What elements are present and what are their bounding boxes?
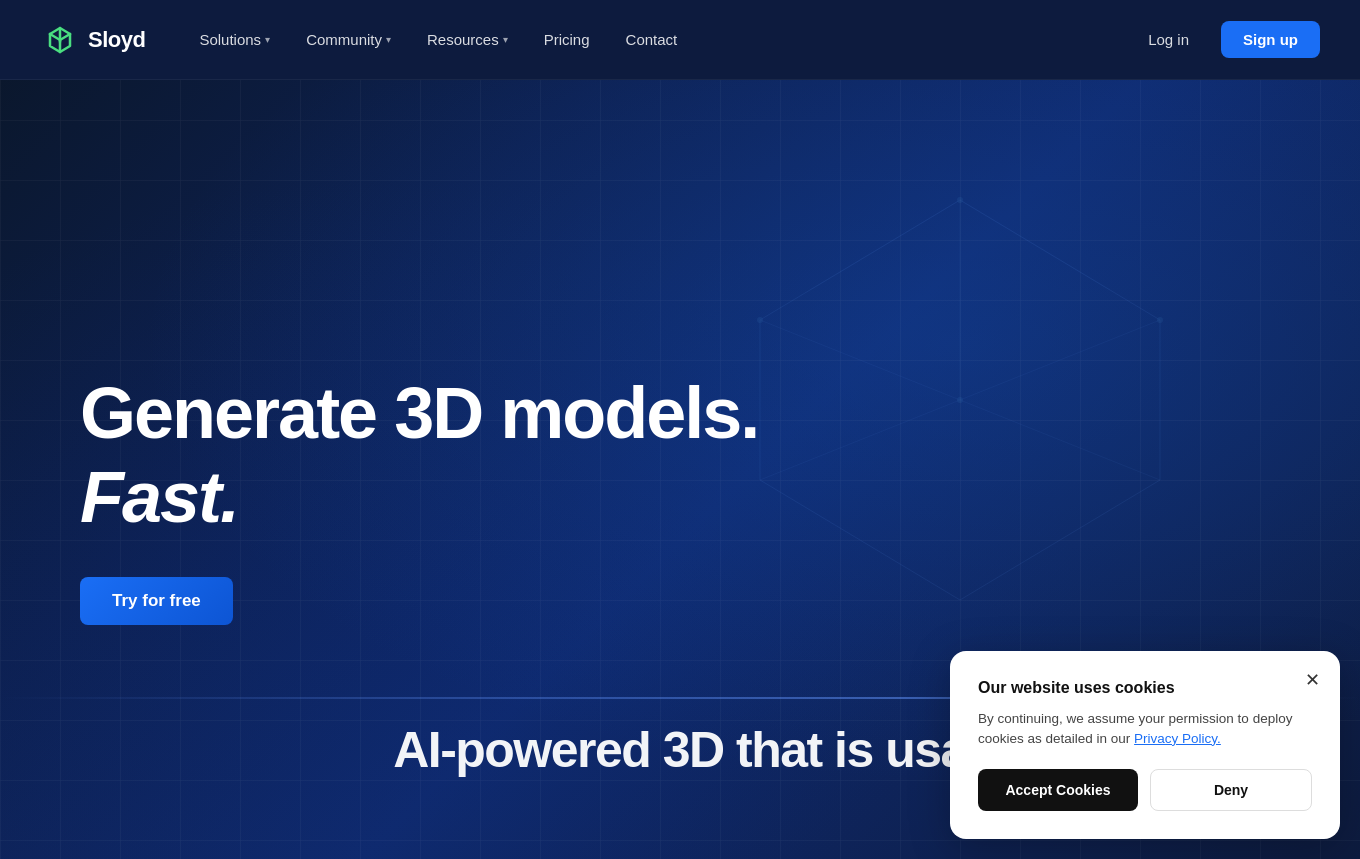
nav-pricing[interactable]: Pricing: [530, 23, 604, 56]
community-chevron-icon: ▾: [386, 34, 391, 45]
signup-button[interactable]: Sign up: [1221, 21, 1320, 58]
logo-link[interactable]: Sloyd: [40, 20, 145, 60]
hero-title-sub: Fast.: [80, 458, 1280, 537]
svg-point-5: [1157, 317, 1163, 323]
cookie-title: Our website uses cookies: [978, 679, 1312, 697]
contact-label: Contact: [626, 31, 678, 48]
cookie-banner: ✕ Our website uses cookies By continuing…: [950, 651, 1340, 840]
svg-line-1: [960, 200, 1110, 290]
privacy-policy-link[interactable]: Privacy Policy.: [1134, 731, 1221, 746]
try-free-button[interactable]: Try for free: [80, 577, 233, 625]
sloyd-logo-icon: [40, 20, 80, 60]
solutions-chevron-icon: ▾: [265, 34, 270, 45]
login-button[interactable]: Log in: [1132, 23, 1205, 56]
deny-cookies-button[interactable]: Deny: [1150, 769, 1312, 811]
nav-links: Solutions ▾ Community ▾ Resources ▾ Pric…: [185, 23, 1132, 56]
nav-resources[interactable]: Resources ▾: [413, 23, 522, 56]
community-label: Community: [306, 31, 382, 48]
svg-point-3: [957, 197, 963, 203]
hero-content: Generate 3D models. Fast. Try for free: [0, 374, 1360, 624]
pricing-label: Pricing: [544, 31, 590, 48]
nav-solutions[interactable]: Solutions ▾: [185, 23, 284, 56]
resources-chevron-icon: ▾: [503, 34, 508, 45]
cookie-body-text: By continuing, we assume your permission…: [978, 709, 1312, 750]
resources-label: Resources: [427, 31, 499, 48]
nav-actions: Log in Sign up: [1132, 21, 1320, 58]
solutions-label: Solutions: [199, 31, 261, 48]
nav-community[interactable]: Community ▾: [292, 23, 405, 56]
hero-title-main: Generate 3D models.: [80, 374, 1280, 453]
svg-line-0: [810, 200, 960, 290]
accept-cookies-button[interactable]: Accept Cookies: [978, 769, 1138, 811]
hero-bottom-text: AI-powered 3D that is usa: [393, 722, 967, 778]
nav-contact[interactable]: Contact: [612, 23, 692, 56]
svg-point-4: [757, 317, 763, 323]
cookie-close-button[interactable]: ✕: [1301, 667, 1324, 693]
cookie-actions: Accept Cookies Deny: [978, 769, 1312, 811]
logo-text: Sloyd: [88, 27, 145, 53]
close-icon: ✕: [1305, 670, 1320, 690]
navbar: Sloyd Solutions ▾ Community ▾ Resources …: [0, 0, 1360, 80]
